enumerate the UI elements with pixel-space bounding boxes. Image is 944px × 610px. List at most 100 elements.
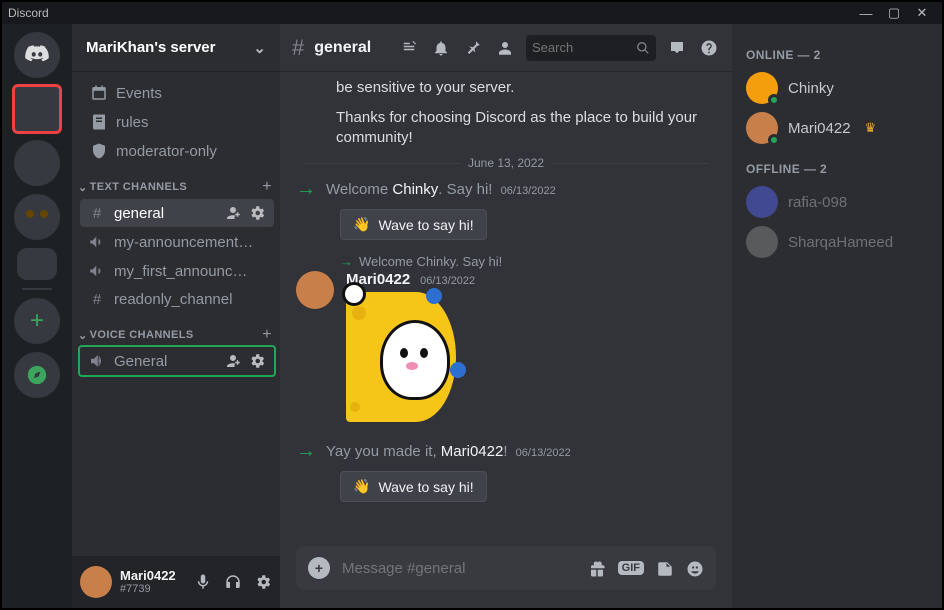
- app-name: Discord: [8, 6, 49, 20]
- channel-label: General: [114, 353, 167, 370]
- message-input[interactable]: [342, 560, 576, 577]
- wave-label: Wave to say hi!: [378, 479, 473, 495]
- search-box[interactable]: [526, 35, 656, 61]
- hash-icon: #: [88, 291, 106, 308]
- search-input[interactable]: [532, 40, 636, 55]
- timestamp: 06/13/2022: [501, 185, 556, 197]
- online-group-label: ONLINE — 2: [746, 48, 928, 62]
- channel-my-announcement[interactable]: my-announcement-cha...: [80, 228, 274, 256]
- text-category-label: TEXT CHANNELS: [90, 181, 187, 193]
- chat-area: # general: [280, 24, 732, 608]
- chevron-down-icon: ⌄: [253, 39, 266, 57]
- rules-channel[interactable]: rules: [80, 108, 274, 136]
- members-toggle-icon[interactable]: [494, 38, 516, 56]
- system-welcome-2: → Yay you made it, Mari0422! 06/13/2022: [296, 440, 716, 463]
- notifications-icon[interactable]: [430, 38, 452, 56]
- voice-channel-general[interactable]: General: [80, 347, 274, 375]
- server-icon-3[interactable]: [14, 194, 60, 240]
- gif-icon[interactable]: GIF: [618, 561, 644, 575]
- channel-general[interactable]: # general: [80, 199, 274, 227]
- window-minimize-button[interactable]: —: [852, 6, 880, 21]
- server-header[interactable]: MariKhan's server ⌄: [72, 24, 280, 72]
- events-label: Events: [116, 85, 162, 102]
- avatar: [746, 186, 778, 218]
- member-row[interactable]: SharqaHameed: [740, 222, 934, 262]
- gear-icon[interactable]: [248, 204, 266, 222]
- search-icon: [636, 40, 650, 56]
- window-close-button[interactable]: ✕: [908, 5, 936, 21]
- join-arrow-icon: →: [296, 178, 316, 201]
- moderator-label: moderator-only: [116, 143, 217, 160]
- invite-icon[interactable]: [224, 352, 242, 370]
- wave-button[interactable]: 👋 Wave to say hi!: [340, 471, 487, 502]
- sticker-icon[interactable]: [656, 558, 674, 579]
- channel-label: general: [114, 205, 164, 222]
- add-voice-channel-button[interactable]: +: [262, 326, 272, 344]
- chat-header: # general: [280, 24, 732, 72]
- server-icon-2[interactable]: [14, 140, 60, 186]
- user-panel: Mari0422 #7739: [72, 556, 280, 608]
- message-composer[interactable]: + GIF: [296, 546, 716, 590]
- book-icon: [90, 113, 108, 131]
- channel-readonly[interactable]: # readonly_channel: [80, 286, 274, 313]
- status-online-icon: [768, 94, 780, 106]
- invite-icon[interactable]: [224, 204, 242, 222]
- gift-icon[interactable]: [588, 558, 606, 579]
- intro-text-2: Thanks for choosing Discord as the place…: [336, 108, 716, 148]
- member-name: rafia-098: [788, 194, 847, 211]
- threads-icon[interactable]: [398, 38, 420, 56]
- member-row[interactable]: Chinky: [740, 68, 934, 108]
- window-titlebar: Discord — ▢ ✕: [2, 2, 942, 24]
- inbox-icon[interactable]: [666, 38, 688, 56]
- channel-label: my_first_announcemen...: [114, 263, 254, 280]
- owner-crown-icon: ♛: [865, 120, 877, 136]
- voice-category-label: VOICE CHANNELS: [90, 329, 194, 341]
- wave-hand-icon: 👋: [353, 216, 370, 233]
- explore-servers-button[interactable]: [14, 352, 60, 398]
- rules-label: rules: [116, 114, 149, 131]
- gear-icon[interactable]: [248, 352, 266, 370]
- channel-sidebar: MariKhan's server ⌄ Events rules: [72, 24, 280, 608]
- hash-icon: #: [292, 35, 304, 61]
- channel-my-first-announcement[interactable]: my_first_announcemen...: [80, 257, 274, 285]
- self-avatar[interactable]: [80, 566, 112, 598]
- window-maximize-button[interactable]: ▢: [880, 5, 908, 21]
- member-list: ONLINE — 2 Chinky Mari0422 ♛ OFFLINE — 2…: [732, 24, 942, 608]
- server-icon-4[interactable]: [17, 248, 57, 280]
- add-text-channel-button[interactable]: +: [262, 178, 272, 196]
- server-icon-1[interactable]: [14, 86, 60, 132]
- megaphone-icon: [88, 233, 106, 251]
- channel-title: general: [314, 39, 371, 57]
- sticker-image[interactable]: [346, 292, 456, 422]
- member-name: SharqaHameed: [788, 234, 893, 251]
- help-icon[interactable]: [698, 38, 720, 56]
- member-row[interactable]: rafia-098: [740, 182, 934, 222]
- self-tag: #7739: [120, 583, 176, 595]
- timestamp: 06/13/2022: [420, 275, 475, 287]
- timestamp: 06/13/2022: [516, 447, 571, 459]
- pinned-icon[interactable]: [462, 38, 484, 56]
- mention-user[interactable]: Mari0422: [441, 443, 504, 460]
- mute-icon[interactable]: [194, 573, 212, 591]
- voice-channels-category[interactable]: ⌄ VOICE CHANNELS +: [74, 314, 280, 346]
- text-channels-category[interactable]: ⌄ TEXT CHANNELS +: [74, 166, 280, 198]
- reply-text: Welcome Chinky. Say hi!: [359, 254, 502, 269]
- member-row[interactable]: Mari0422 ♛: [740, 108, 934, 148]
- avatar[interactable]: [296, 271, 334, 309]
- home-button[interactable]: [14, 32, 60, 78]
- user-settings-icon[interactable]: [254, 573, 272, 591]
- attach-button[interactable]: +: [308, 557, 330, 579]
- reply-arrow-icon: →: [340, 254, 353, 269]
- emoji-icon[interactable]: [686, 558, 704, 579]
- member-name: Chinky: [788, 80, 834, 97]
- message-list[interactable]: be sensitive to your server. Thanks for …: [280, 72, 732, 546]
- add-server-button[interactable]: +: [14, 298, 60, 344]
- system-welcome-1: → Welcome Chinky. Say hi! 06/13/2022: [296, 178, 716, 201]
- deafen-icon[interactable]: [224, 573, 242, 591]
- events-channel[interactable]: Events: [80, 79, 274, 107]
- mention-user[interactable]: Chinky: [392, 181, 438, 198]
- wave-button[interactable]: 👋 Wave to say hi!: [340, 209, 487, 240]
- channel-label: readonly_channel: [114, 291, 232, 308]
- moderator-channel[interactable]: moderator-only: [80, 137, 274, 165]
- server-rail: +: [2, 24, 72, 608]
